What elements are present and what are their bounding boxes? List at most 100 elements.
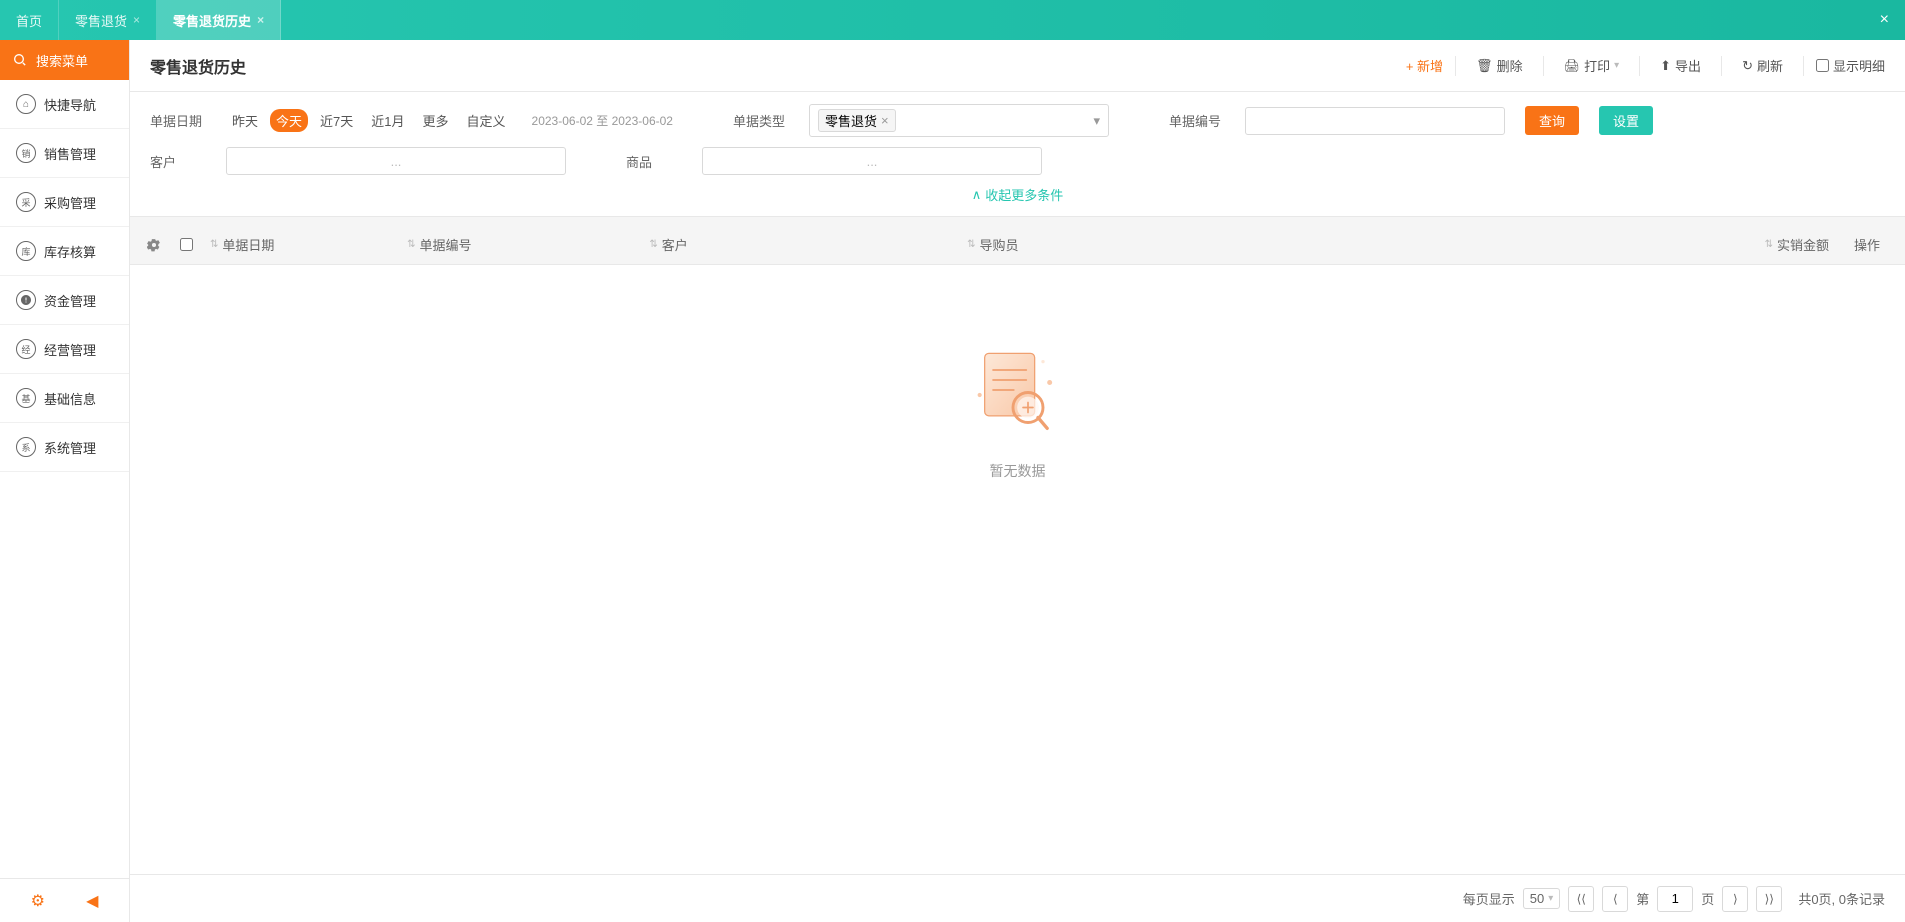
- customer-input[interactable]: ...: [226, 147, 566, 175]
- print-label: 打印: [1584, 56, 1610, 75]
- business-icon: 经: [16, 339, 36, 359]
- date-btn-7days[interactable]: 近7天: [314, 109, 359, 132]
- th-bill-no[interactable]: ⇅ 单据编号: [399, 235, 641, 254]
- bill-type-tag-close[interactable]: ×: [881, 113, 889, 128]
- th-checkbox[interactable]: [170, 238, 202, 251]
- bill-no-input[interactable]: [1245, 107, 1505, 135]
- th-bill-date-label: 单据日期: [222, 235, 274, 254]
- inventory-icon: 库: [16, 241, 36, 261]
- sidebar-item-system[interactable]: 系 系统管理: [0, 423, 129, 472]
- sort-icon-guide: ⇅: [967, 239, 975, 250]
- date-btn-1month[interactable]: 近1月: [365, 109, 410, 132]
- sidebar-item-label-system: 系统管理: [44, 438, 96, 457]
- delete-icon: 🗑: [1476, 58, 1493, 74]
- page-size-select[interactable]: 50 ▾: [1523, 888, 1561, 909]
- print-arrow-icon: ▾: [1614, 60, 1619, 71]
- export-label: 导出: [1675, 56, 1701, 75]
- purchase-icon: 采: [16, 192, 36, 212]
- tab-retail-return[interactable]: 零售退货 ×: [59, 0, 157, 40]
- date-btn-yesterday[interactable]: 昨天: [226, 109, 264, 132]
- th-bill-no-label: 单据编号: [419, 235, 471, 254]
- sidebar-settings-btn[interactable]: ⚙: [31, 891, 45, 911]
- goods-label: 商品: [626, 152, 682, 171]
- page-size-value: 50: [1530, 891, 1544, 906]
- delete-label: 删除: [1497, 56, 1523, 75]
- sidebar-item-quick-nav[interactable]: ⌂ 快捷导航: [0, 80, 129, 129]
- tab-retail-return-close[interactable]: ×: [133, 13, 140, 27]
- sales-icon: 销: [16, 143, 36, 163]
- bill-date-label: 单据日期: [150, 111, 206, 130]
- bill-type-tag-0: 零售退货 ×: [818, 109, 896, 132]
- sidebar-item-purchase[interactable]: 采 采购管理: [0, 178, 129, 227]
- date-btn-more[interactable]: 更多: [417, 109, 455, 132]
- content-header: 零售退货历史 + 新增 🗑 删除 🖨 打印 ▾ ⬆ 导出: [130, 40, 1905, 92]
- pagination-bar: 每页显示 50 ▾ ⟨⟨ ⟨ 第 页 ⟩ ⟩⟩ 共0页, 0条记录: [130, 874, 1905, 922]
- window-close-button[interactable]: ×: [1864, 11, 1905, 29]
- last-page-button[interactable]: ⟩⟩: [1756, 886, 1782, 912]
- settings-button[interactable]: 设置: [1599, 106, 1653, 135]
- th-customer-label: 客户: [662, 235, 688, 254]
- page-size-label: 每页显示: [1463, 889, 1515, 908]
- bill-type-tag-text: 零售退货: [825, 111, 877, 130]
- basic-icon: 基: [16, 388, 36, 408]
- print-icon: 🖨: [1564, 58, 1581, 74]
- sidebar-item-label-sales: 销售管理: [44, 144, 96, 163]
- th-guide[interactable]: ⇅ 导购员: [959, 235, 1201, 254]
- empty-text: 暂无数据: [990, 461, 1046, 481]
- delete-button[interactable]: 🗑 删除: [1468, 52, 1531, 79]
- print-button[interactable]: 🖨 打印 ▾: [1556, 52, 1628, 79]
- sidebar-collapse-btn[interactable]: ◀: [86, 891, 98, 911]
- show-detail-checkbox-label[interactable]: 显示明细: [1816, 56, 1885, 75]
- tab-retail-return-label: 零售退货: [75, 11, 127, 30]
- bill-type-select[interactable]: 零售退货 × ▾: [809, 104, 1109, 137]
- first-page-button[interactable]: ⟨⟨: [1568, 886, 1594, 912]
- th-amount[interactable]: ⇅ 实销金额: [1670, 235, 1837, 254]
- settings-icon: [147, 238, 161, 252]
- date-btn-today[interactable]: 今天: [270, 109, 308, 132]
- th-guide-label: 导购员: [980, 235, 1019, 254]
- query-button[interactable]: 查询: [1525, 106, 1579, 135]
- th-action: 操作: [1837, 235, 1897, 254]
- tab-retail-return-history[interactable]: 零售退货历史 ×: [157, 0, 281, 40]
- sidebar-item-basic[interactable]: 基 基础信息: [0, 374, 129, 423]
- refresh-button[interactable]: ↻ 刷新: [1734, 52, 1791, 79]
- show-detail-checkbox[interactable]: [1816, 59, 1829, 72]
- next-page-button[interactable]: ⟩: [1722, 886, 1748, 912]
- table-area: ⇅ 单据日期 ⇅ 单据编号 ⇅ 客户 ⇅ 导购员: [130, 225, 1905, 874]
- page-title: 零售退货历史: [150, 54, 246, 78]
- th-settings[interactable]: [138, 238, 170, 252]
- sidebar-item-inventory[interactable]: 库 库存核算: [0, 227, 129, 276]
- tab-retail-return-history-label: 零售退货历史: [173, 11, 251, 30]
- sidebar-item-label-finance: 资金管理: [44, 291, 96, 310]
- bill-no-label: 单据编号: [1169, 111, 1225, 130]
- sidebar-item-label-inventory: 库存核算: [44, 242, 96, 261]
- top-bar: 首页 零售退货 × 零售退货历史 × ×: [0, 0, 1905, 40]
- new-button[interactable]: + 新增: [1406, 56, 1443, 75]
- page-input[interactable]: [1657, 886, 1693, 912]
- sort-icon-amount: ⇅: [1765, 239, 1773, 250]
- sidebar-item-finance[interactable]: 资金管理: [0, 276, 129, 325]
- export-icon: ⬆: [1660, 58, 1671, 74]
- goods-input[interactable]: ...: [702, 147, 1042, 175]
- sidebar-search[interactable]: 搜索菜单: [0, 40, 129, 80]
- select-all-checkbox[interactable]: [180, 238, 193, 251]
- date-range-display: 2023-06-02 至 2023-06-02: [532, 112, 673, 129]
- date-options: 昨天 今天 近7天 近1月 更多 自定义: [226, 109, 512, 132]
- refresh-icon: ↻: [1742, 58, 1753, 74]
- empty-icon: [968, 345, 1068, 445]
- empty-state: 暂无数据: [130, 265, 1905, 561]
- export-button[interactable]: ⬆ 导出: [1652, 52, 1709, 79]
- date-btn-custom[interactable]: 自定义: [461, 109, 512, 132]
- prev-page-button[interactable]: ⟨: [1602, 886, 1628, 912]
- sidebar-item-business[interactable]: 经 经营管理: [0, 325, 129, 374]
- page-size-arrow: ▾: [1548, 893, 1553, 904]
- sidebar-item-label-quick-nav: 快捷导航: [44, 95, 96, 114]
- tab-home[interactable]: 首页: [0, 0, 59, 40]
- th-bill-date[interactable]: ⇅ 单据日期: [202, 235, 399, 254]
- th-customer[interactable]: ⇅ 客户: [641, 235, 959, 254]
- finance-icon: [16, 290, 36, 310]
- sidebar-item-sales[interactable]: 销 销售管理: [0, 129, 129, 178]
- collapse-button[interactable]: ∧ 收起更多条件: [972, 185, 1064, 204]
- tab-retail-return-history-close[interactable]: ×: [257, 13, 264, 27]
- main-layout: 搜索菜单 ⌂ 快捷导航 销 销售管理 采 采购管理 库 库存核算: [0, 40, 1905, 922]
